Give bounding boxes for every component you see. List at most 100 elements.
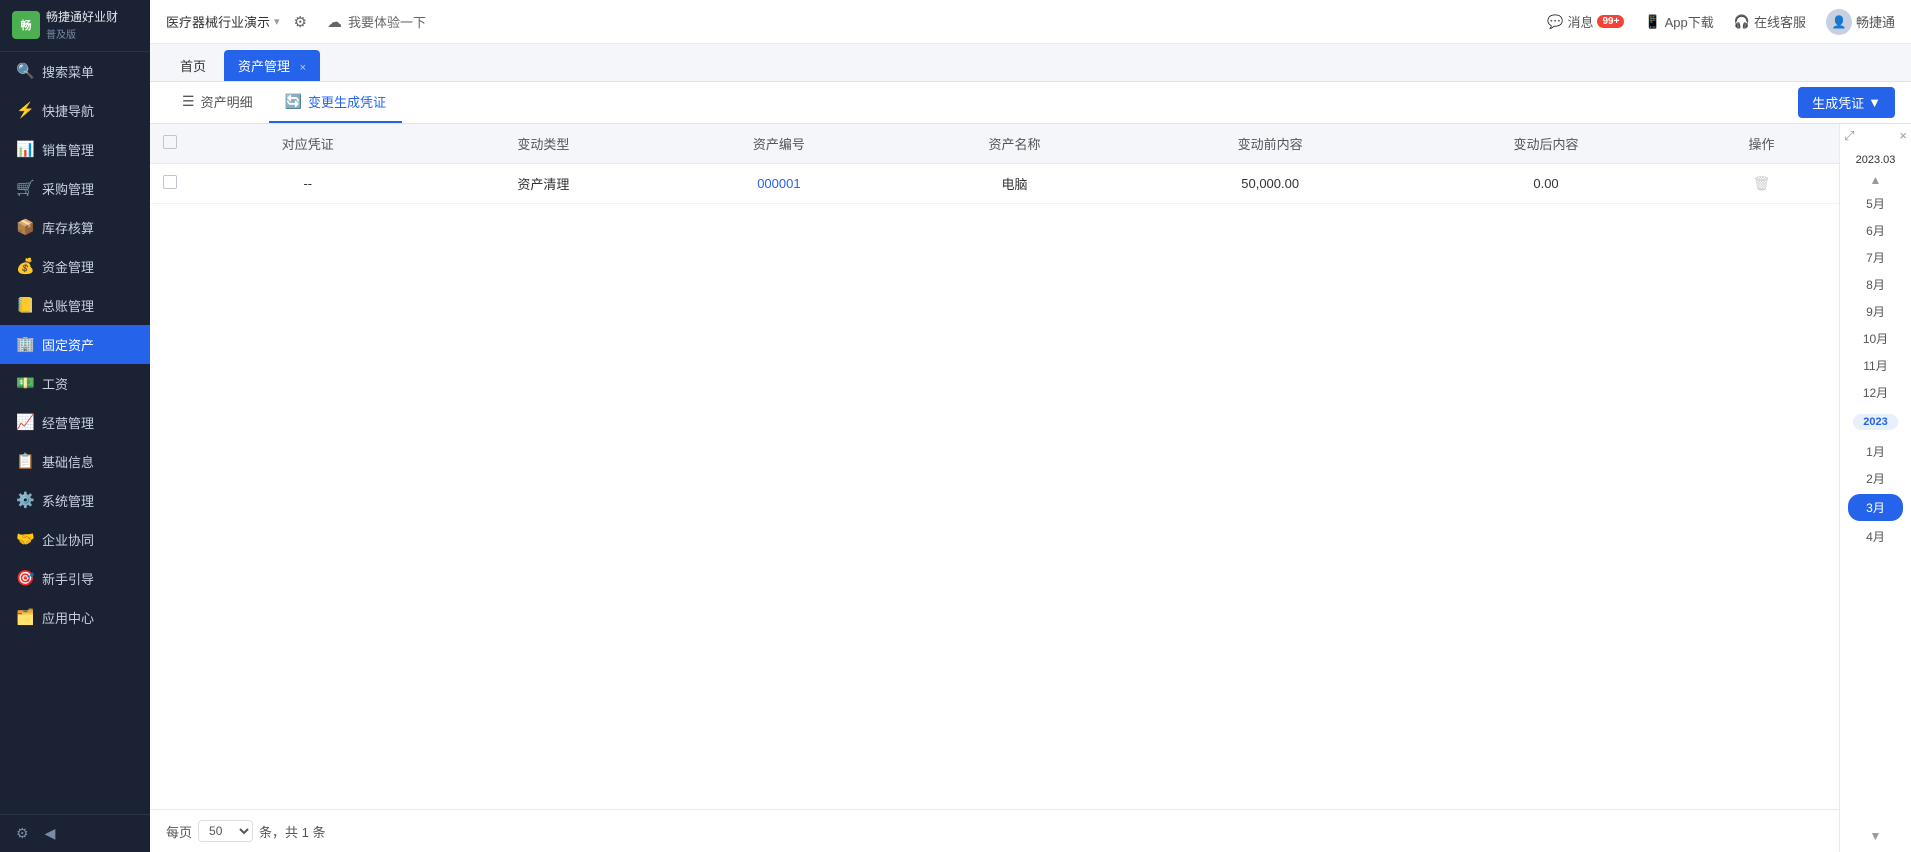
month-9[interactable]: 9月 (1840, 298, 1911, 325)
topbar: 医疗器械行业演示 ▾ ⚙ ☁ 我要体验一下 💬 消息 99+ 📱 App下载 🎧… (150, 0, 1911, 44)
month-12[interactable]: 12月 (1840, 379, 1911, 406)
sidebar-item-search[interactable]: 🔍 搜索菜单 (0, 52, 150, 91)
settings-icon[interactable]: ⚙ (16, 825, 29, 842)
online-service-button[interactable]: 🎧 在线客服 (1734, 12, 1806, 31)
settings-gear-icon[interactable]: ⚙ (294, 13, 307, 31)
inventory-icon: 📦 (16, 218, 34, 236)
ledger-icon: 📒 (16, 296, 34, 314)
cell-asset-name: 电脑 (897, 164, 1133, 204)
content-tabs: ☰ 资产明细 🔄 变更生成凭证 生成凭证 ▼ (150, 82, 1911, 124)
per-page-select[interactable]: 10 20 50 100 (198, 820, 253, 842)
sidebar-item-label: 库存核算 (42, 218, 94, 237)
sidebar-item-app-center[interactable]: 🗂️ 应用中心 (0, 598, 150, 637)
sidebar-logo: 畅 畅捷通好业财 普及版 (0, 0, 150, 52)
sidebar-item-sales[interactable]: 📊 销售管理 (0, 130, 150, 169)
sidebar-item-salary[interactable]: 💵 工资 (0, 364, 150, 403)
generate-voucher-button[interactable]: 生成凭证 ▼ (1798, 87, 1895, 118)
right-panel-close-icon[interactable]: × (1899, 128, 1907, 143)
sidebar-item-funds[interactable]: 💰 资金管理 (0, 247, 150, 286)
content-body: 对应凭证 变动类型 资产编号 资产名称 变动前内容 变动后内容 操作 (150, 124, 1911, 852)
sidebar-item-operations[interactable]: 📈 经营管理 (0, 403, 150, 442)
guide-icon: 🎯 (16, 569, 34, 587)
cell-voucher: -- (190, 164, 426, 204)
sidebar-item-inventory[interactable]: 📦 库存核算 (0, 208, 150, 247)
content-tabs-left: ☰ 资产明细 🔄 变更生成凭证 (166, 82, 402, 123)
company-dropdown-icon: ▾ (274, 15, 280, 28)
sidebar-item-label: 新手引导 (42, 569, 94, 588)
month-7[interactable]: 7月 (1840, 244, 1911, 271)
sidebar-item-label: 工资 (42, 374, 68, 393)
table-wrap: 对应凭证 变动类型 资产编号 资产名称 变动前内容 变动后内容 操作 (150, 124, 1839, 809)
sidebar-item-guide[interactable]: 🎯 新手引导 (0, 559, 150, 598)
month-4[interactable]: 4月 (1840, 523, 1911, 550)
company-selector[interactable]: 医疗器械行业演示 ▾ (166, 12, 280, 31)
month-6[interactable]: 6月 (1840, 217, 1911, 244)
right-panel-header: 2023.03 (1850, 150, 1902, 170)
content-area: ☰ 资产明细 🔄 变更生成凭证 生成凭证 ▼ (150, 82, 1911, 852)
sidebar: 畅 畅捷通好业财 普及版 🔍 搜索菜单 ⚡ 快捷导航 📊 销售管理 🛒 采购管理… (0, 0, 150, 852)
quick-nav-icon: ⚡ (16, 101, 34, 119)
col-asset-code: 资产编号 (661, 124, 897, 164)
salary-icon: 💵 (16, 374, 34, 392)
sidebar-item-ledger[interactable]: 📒 总账管理 (0, 286, 150, 325)
col-voucher: 对应凭证 (190, 124, 426, 164)
tab-home-label: 首页 (180, 59, 206, 74)
sidebar-scroll: 🔍 搜索菜单 ⚡ 快捷导航 📊 销售管理 🛒 采购管理 📦 库存核算 💰 资金管… (0, 52, 150, 814)
tab-change-voucher[interactable]: 🔄 变更生成凭证 (269, 82, 402, 123)
scroll-up-icon[interactable]: ▲ (1867, 170, 1885, 190)
delete-row-icon[interactable]: 🗑 (1753, 175, 1771, 191)
tab-change-voucher-label: 变更生成凭证 (308, 92, 386, 111)
sidebar-item-label: 基础信息 (42, 452, 94, 471)
col-before-content: 变动前内容 (1132, 124, 1408, 164)
select-all-checkbox[interactable] (163, 135, 177, 149)
generate-voucher-label: 生成凭证 (1812, 93, 1864, 112)
username-label: 畅捷通 (1856, 12, 1895, 31)
month-11[interactable]: 11月 (1840, 352, 1911, 379)
sidebar-item-quick-nav[interactable]: ⚡ 快捷导航 (0, 91, 150, 130)
col-asset-name: 资产名称 (897, 124, 1133, 164)
purchase-icon: 🛒 (16, 179, 34, 197)
company-name: 医疗器械行业演示 (166, 12, 270, 31)
scroll-down-icon[interactable]: ▼ (1867, 826, 1885, 846)
month-3-current[interactable]: 3月 (1848, 494, 1903, 521)
online-service-icon: 🎧 (1734, 14, 1750, 30)
sidebar-item-purchase[interactable]: 🛒 采购管理 (0, 169, 150, 208)
month-5[interactable]: 5月 (1840, 190, 1911, 217)
sidebar-item-label: 应用中心 (42, 608, 94, 627)
year-label[interactable]: 2023 (1853, 414, 1897, 430)
cell-after-content: 0.00 (1408, 164, 1684, 204)
tab-asset-management[interactable]: 资产管理 × (224, 50, 320, 81)
month-10[interactable]: 10月 (1840, 325, 1911, 352)
month-1[interactable]: 1月 (1840, 438, 1911, 465)
collapse-icon[interactable]: ◀ (45, 825, 56, 842)
main-area: 医疗器械行业演示 ▾ ⚙ ☁ 我要体验一下 💬 消息 99+ 📱 App下载 🎧… (150, 0, 1911, 852)
table-header-row: 对应凭证 变动类型 资产编号 资产名称 变动前内容 变动后内容 操作 (150, 124, 1839, 164)
app-download-label: App下载 (1665, 12, 1714, 31)
change-voucher-icon: 🔄 (285, 93, 302, 110)
enterprise-icon: 🤝 (16, 530, 34, 548)
cell-change-type: 资产清理 (426, 164, 662, 204)
month-2[interactable]: 2月 (1840, 465, 1911, 492)
sidebar-item-enterprise[interactable]: 🤝 企业协同 (0, 520, 150, 559)
sidebar-item-system[interactable]: ⚙️ 系统管理 (0, 481, 150, 520)
right-panel-expand-icon[interactable]: ⤢ (1844, 128, 1854, 144)
app-download-button[interactable]: 📱 App下载 (1644, 12, 1713, 31)
sidebar-item-fixed-assets[interactable]: 🏢 固定资产 (0, 325, 150, 364)
topbar-right: 💬 消息 99+ 📱 App下载 🎧 在线客服 👤 畅捷通 (1547, 9, 1895, 35)
row-checkbox[interactable] (163, 175, 177, 189)
per-page-label: 每页 (166, 822, 192, 841)
user-profile[interactable]: 👤 畅捷通 (1826, 9, 1895, 35)
month-8[interactable]: 8月 (1840, 271, 1911, 298)
tab-asset-detail[interactable]: ☰ 资产明细 (166, 82, 269, 123)
trial-button[interactable]: ☁ 我要体验一下 (327, 12, 426, 31)
messages-button[interactable]: 💬 消息 99+ (1547, 12, 1624, 31)
cell-asset-code[interactable]: 000001 (661, 164, 897, 204)
col-after-content: 变动后内容 (1408, 124, 1684, 164)
sidebar-item-basic-info[interactable]: 📋 基础信息 (0, 442, 150, 481)
right-panel-scroll: 5月 6月 7月 8月 9月 10月 11月 12月 2023 1月 2月 3月… (1840, 190, 1911, 826)
user-avatar: 👤 (1826, 9, 1852, 35)
table-footer: 每页 10 20 50 100 条，共 1 条 (150, 809, 1839, 852)
content-main: 对应凭证 变动类型 资产编号 资产名称 变动前内容 变动后内容 操作 (150, 124, 1839, 852)
tab-home[interactable]: 首页 (166, 50, 220, 81)
tab-close-icon[interactable]: × (300, 62, 306, 74)
